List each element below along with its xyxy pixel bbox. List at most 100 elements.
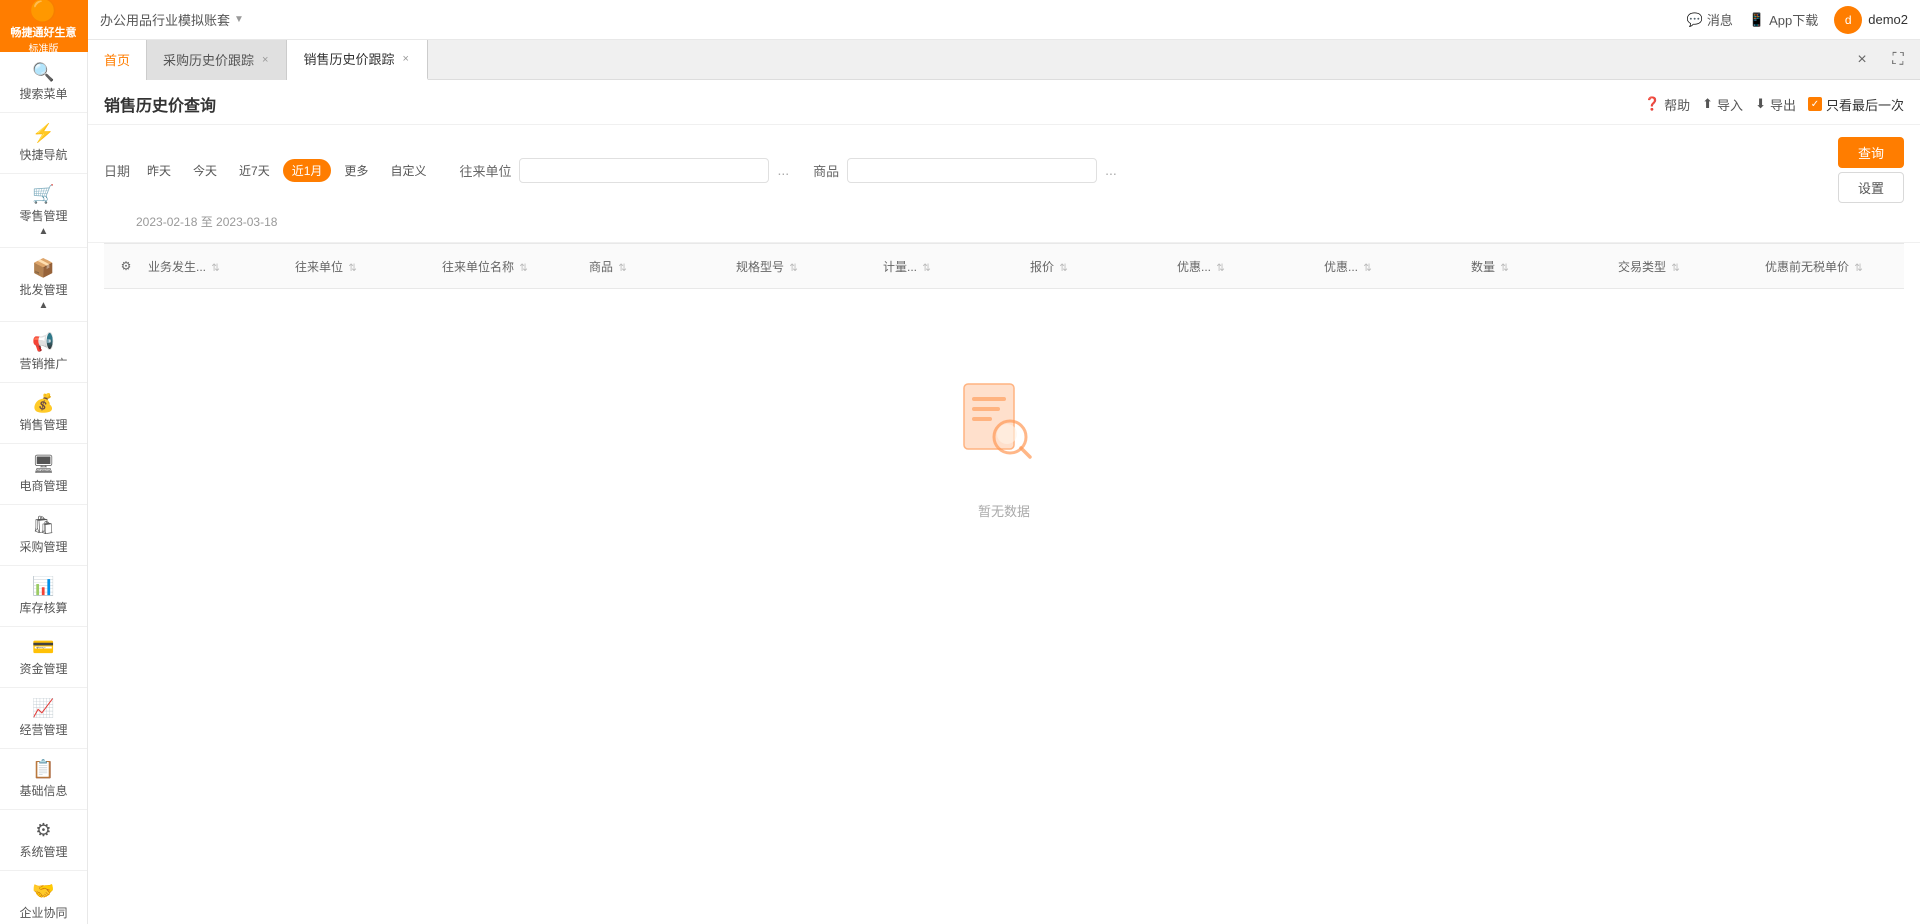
purchase-mgmt-icon: 🛍 [32, 515, 55, 536]
sidebar-item-finance[interactable]: 💳 资金管理 [0, 627, 87, 688]
counterpart-input[interactable] [519, 158, 769, 183]
expand-arrow-icon: ▲ [39, 226, 49, 237]
sidebar-item-system[interactable]: ⚙ 系统管理 [0, 810, 87, 871]
tab-label: 首页 [104, 50, 130, 69]
sidebar-item-label: 营销推广 [19, 355, 67, 372]
expand-arrow-icon: ▲ [39, 300, 49, 311]
chevron-down-icon: ▼ [234, 14, 244, 25]
date-btn-custom[interactable]: 自定义 [381, 159, 435, 182]
th-trade-type[interactable]: 交易类型 ⇅ [1610, 244, 1757, 289]
date-btn-last1month[interactable]: 近1月 [283, 159, 332, 182]
empty-state: 暂无数据 [88, 289, 1920, 600]
import-icon: ⬆ [1702, 96, 1713, 112]
sidebar-item-label: 经营管理 [19, 721, 67, 738]
tab-sales-history[interactable]: 销售历史价跟踪× [287, 40, 427, 80]
counterpart-picker-btn[interactable]: ... [777, 162, 789, 178]
topbar-actions: 💬 消息 📱 App下载 d demo2 [1687, 6, 1908, 34]
import-label: 导入 [1717, 95, 1743, 114]
sort-icon: ⇅ [1363, 263, 1371, 274]
date-range-text: 2023-02-18 至 2023-03-18 [136, 213, 277, 230]
date-btn-today[interactable]: 今天 [184, 159, 226, 182]
sidebar-item-wholesale-mgmt[interactable]: 📦批发管理▲ [0, 248, 87, 322]
page-title: 销售历史价查询 [104, 92, 216, 116]
account-name: 办公用品行业模拟账套 [100, 10, 230, 29]
fullscreen-button[interactable]: ⛶ [1884, 46, 1912, 74]
th-quote[interactable]: 报价 ⇅ [1022, 244, 1169, 289]
sidebar-item-marketing[interactable]: 📢营销推广 [0, 322, 87, 383]
sort-icon: ⇅ [1500, 263, 1508, 274]
ecom-mgmt-icon: 🖥 [32, 454, 55, 475]
system-icon: ⚙ [35, 820, 51, 841]
th-spec[interactable]: 规格型号 ⇅ [728, 244, 875, 289]
sidebar-item-label: 库存核算 [19, 599, 67, 616]
help-action[interactable]: ❓ 帮助 [1644, 95, 1690, 114]
sidebar-item-label: 电商管理 [19, 477, 67, 494]
th-pretax-price[interactable]: 优惠前无税单价 ⇅ [1757, 244, 1904, 289]
main-area: 办公用品行业模拟账套 ▼ 💬 消息 📱 App下载 d demo2 首页采购历史… [88, 0, 1920, 924]
sidebar-item-basics[interactable]: 📋基础信息 [0, 749, 87, 810]
sidebar-item-purchase-mgmt[interactable]: 🛍采购管理 [0, 505, 87, 566]
query-button[interactable]: 查询 [1838, 137, 1904, 168]
sales-mgmt-icon: 💰 [32, 393, 54, 414]
sort-icon: ⇅ [789, 263, 797, 274]
date-btn-more[interactable]: 更多 [335, 159, 377, 182]
settings-button[interactable]: 设置 [1838, 172, 1904, 203]
help-icon: ❓ [1644, 96, 1660, 112]
data-table: ⚙ 业务发生... ⇅ 往来单位 ⇅ 往来单位名称 ⇅ 商品 ⇅ 规格型号 ⇅ … [104, 243, 1904, 289]
sidebar-item-retail-mgmt[interactable]: 🛒零售管理▲ [0, 174, 87, 248]
only-last-label: 只看最后一次 [1826, 95, 1904, 114]
app-download-action[interactable]: 📱 App下载 [1749, 10, 1818, 29]
message-action[interactable]: 💬 消息 [1687, 10, 1733, 29]
table-settings-btn[interactable]: ⚙ [112, 252, 140, 280]
table-container: ⚙ 业务发生... ⇅ 往来单位 ⇅ 往来单位名称 ⇅ 商品 ⇅ 规格型号 ⇅ … [88, 243, 1920, 289]
sidebar-item-label: 系统管理 [19, 843, 67, 860]
date-btn-yesterday[interactable]: 昨天 [138, 159, 180, 182]
page-content: 销售历史价查询 ❓ 帮助 ⬆ 导入 ⬇ 导出 ✓ [88, 80, 1920, 924]
sidebar-nav: 🔍搜索菜单⚡快捷导航🛒零售管理▲📦批发管理▲📢营销推广💰销售管理🖥电商管理🛍采购… [0, 52, 87, 924]
sidebar-item-quick-nav[interactable]: ⚡快捷导航 [0, 113, 87, 174]
tab-home[interactable]: 首页 [88, 40, 147, 80]
sidebar-item-label: 零售管理 [19, 207, 67, 224]
sidebar-item-label: 资金管理 [19, 660, 67, 677]
tab-close-btn[interactable]: × [400, 53, 410, 65]
close-all-button[interactable]: × [1848, 46, 1876, 74]
sort-icon: ⇅ [618, 263, 626, 274]
th-counterpart-code[interactable]: 往来单位 ⇅ [287, 244, 434, 289]
th-unit[interactable]: 计量... ⇅ [875, 244, 1022, 289]
th-discount1[interactable]: 优惠... ⇅ [1169, 244, 1316, 289]
import-action[interactable]: ⬆ 导入 [1702, 95, 1743, 114]
goods-input[interactable] [847, 158, 1097, 183]
date-options: 昨天今天近7天近1月更多自定义 [138, 159, 435, 182]
tab-purchase-history[interactable]: 采购历史价跟踪× [147, 40, 287, 80]
th-quantity[interactable]: 数量 ⇅ [1463, 244, 1610, 289]
username: demo2 [1868, 12, 1908, 27]
goods-picker-btn[interactable]: ... [1105, 162, 1117, 178]
th-discount2[interactable]: 优惠... ⇅ [1316, 244, 1463, 289]
date-filter: 日期 昨天今天近7天近1月更多自定义 [104, 159, 435, 182]
sidebar-item-operations[interactable]: 📈 经营管理 [0, 688, 87, 749]
only-last-checkbox-label[interactable]: ✓ 只看最后一次 [1808, 95, 1904, 114]
export-action[interactable]: ⬇ 导出 [1755, 95, 1796, 114]
operations-icon: 📈 [32, 698, 54, 719]
empty-illustration [944, 369, 1044, 469]
tab-close-btn[interactable]: × [260, 54, 270, 66]
sort-icon: ⇅ [922, 263, 930, 274]
finance-icon: 💳 [32, 637, 54, 658]
page-header-actions: ❓ 帮助 ⬆ 导入 ⬇ 导出 ✓ 只看最后一次 [1644, 95, 1904, 114]
query-actions: 查询 设置 [1838, 137, 1904, 203]
th-counterpart-name[interactable]: 往来单位名称 ⇅ [434, 244, 581, 289]
avatar: d [1834, 6, 1862, 34]
account-dropdown[interactable]: 办公用品行业模拟账套 ▼ [100, 10, 244, 29]
date-btn-last7[interactable]: 近7天 [230, 159, 279, 182]
sidebar-item-search-menu[interactable]: 🔍搜索菜单 [0, 52, 87, 113]
th-goods[interactable]: 商品 ⇅ [581, 244, 728, 289]
user-menu[interactable]: d demo2 [1834, 6, 1908, 34]
sidebar-item-inventory[interactable]: 📊库存核算 [0, 566, 87, 627]
checkbox-checked-icon: ✓ [1808, 97, 1822, 111]
th-business-date[interactable]: 业务发生... ⇅ [140, 244, 287, 289]
app-logo: 🟠 畅捷通好生意 标准版 [0, 0, 88, 52]
date-range-display: 2023-02-18 至 2023-03-18 [104, 209, 277, 230]
sidebar-item-enterprise-collab[interactable]: 🤝企业协同 [0, 871, 87, 924]
sidebar-item-sales-mgmt[interactable]: 💰销售管理 [0, 383, 87, 444]
sidebar-item-ecom-mgmt[interactable]: 🖥 电商管理 [0, 444, 87, 505]
